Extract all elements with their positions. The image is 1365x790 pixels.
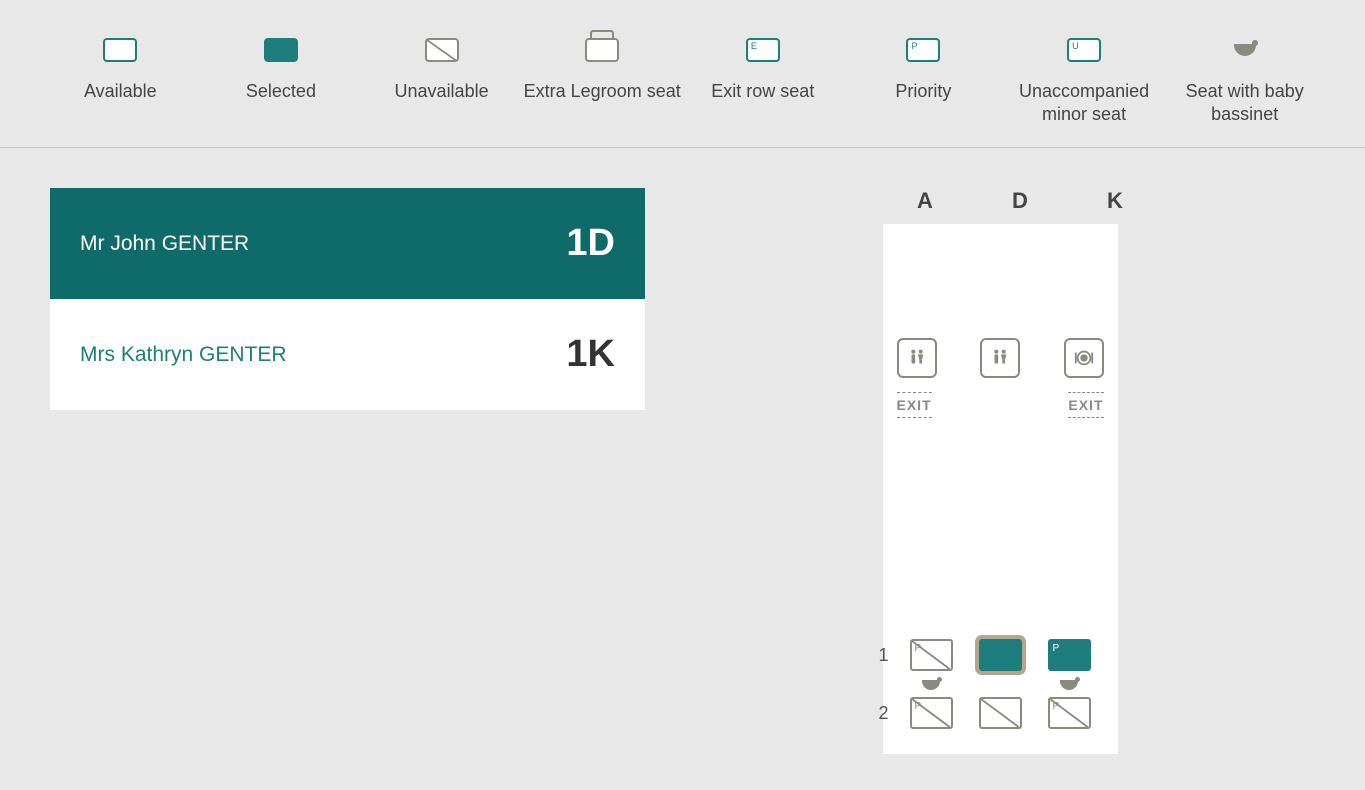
seat-1D[interactable]	[979, 639, 1022, 671]
lavatory-icon	[980, 338, 1020, 378]
seat-cell: P	[910, 696, 953, 730]
column-header: A	[905, 188, 945, 214]
seat-bassinet-icon	[1234, 30, 1256, 70]
column-headers: A D K	[865, 188, 1135, 214]
passenger-name: Mr John GENTER	[80, 232, 249, 256]
legend-label: Selected	[246, 80, 316, 103]
legend-unaccompanied-minor: Unaccompanied minor seat	[1004, 30, 1164, 125]
galley-icon	[1064, 338, 1104, 378]
passenger-seat: 1K	[566, 333, 615, 376]
seat-row: 2 P	[897, 696, 1104, 730]
seatmap-container: A D K EXIT EXIT	[685, 188, 1315, 788]
row-number: 2	[859, 703, 889, 724]
seat-cell: P	[1048, 696, 1091, 730]
passenger-seat: 1D	[566, 222, 615, 265]
legend-extra-legroom: Extra Legroom seat	[522, 30, 682, 103]
passenger-card[interactable]: Mrs Kathryn GENTER 1K	[50, 299, 645, 410]
seat-1K[interactable]: P	[1048, 639, 1091, 671]
seat-unavailable-icon	[425, 30, 459, 70]
legend-priority: Priority	[843, 30, 1003, 103]
legend-bassinet: Seat with baby bassinet	[1165, 30, 1325, 125]
seat-grid: 1 P P	[897, 638, 1104, 730]
bassinet-icon	[922, 680, 940, 690]
legend-label: Priority	[895, 80, 951, 103]
legend-label: Unaccompanied minor seat	[1004, 80, 1164, 125]
legend-label: Unavailable	[395, 80, 489, 103]
row-number: 1	[859, 645, 889, 666]
seat-2D	[979, 697, 1022, 729]
passenger-name: Mrs Kathryn GENTER	[80, 343, 287, 367]
aircraft-cabin: EXIT EXIT 1 P	[883, 224, 1118, 754]
seat-exit-row-icon	[746, 30, 780, 70]
seat-extra-legroom-icon	[585, 30, 619, 70]
legend-label: Available	[84, 80, 157, 103]
priority-badge: P	[1053, 643, 1060, 654]
seat-legend: Available Selected Unavailable Extra Leg…	[0, 0, 1365, 148]
seat-cell	[979, 638, 1022, 672]
seat-2A: P	[910, 697, 953, 729]
exit-row: EXIT EXIT	[897, 392, 1104, 418]
column-header: D	[1000, 188, 1040, 214]
main-content: Mr John GENTER 1D Mrs Kathryn GENTER 1K …	[0, 148, 1365, 788]
seat-priority-icon	[906, 30, 940, 70]
seat-cell: P	[910, 638, 953, 672]
amenity-row	[897, 338, 1104, 378]
legend-available: Available	[40, 30, 200, 103]
seat-2K: P	[1048, 697, 1091, 729]
seat-1A: P	[910, 639, 953, 671]
bassinet-icon	[1060, 680, 1078, 690]
legend-exit-row: Exit row seat	[683, 30, 843, 103]
exit-label: EXIT	[1068, 392, 1103, 418]
lavatory-icon	[897, 338, 937, 378]
legend-label: Seat with baby bassinet	[1165, 80, 1325, 125]
seat-cell: P	[1048, 638, 1091, 672]
legend-label: Extra Legroom seat	[524, 80, 681, 103]
seat-row: 1 P P	[897, 638, 1104, 672]
exit-label: EXIT	[897, 392, 932, 418]
seat-unaccompanied-minor-icon	[1067, 30, 1101, 70]
seat-selected-icon	[264, 30, 298, 70]
passenger-list: Mr John GENTER 1D Mrs Kathryn GENTER 1K	[50, 188, 645, 788]
seatmap: A D K EXIT EXIT	[865, 188, 1135, 788]
legend-unavailable: Unavailable	[362, 30, 522, 103]
legend-label: Exit row seat	[711, 80, 814, 103]
seat-cell	[979, 696, 1022, 730]
passenger-card[interactable]: Mr John GENTER 1D	[50, 188, 645, 299]
legend-selected: Selected	[201, 30, 361, 103]
seat-available-icon	[103, 30, 137, 70]
column-header: K	[1095, 188, 1135, 214]
